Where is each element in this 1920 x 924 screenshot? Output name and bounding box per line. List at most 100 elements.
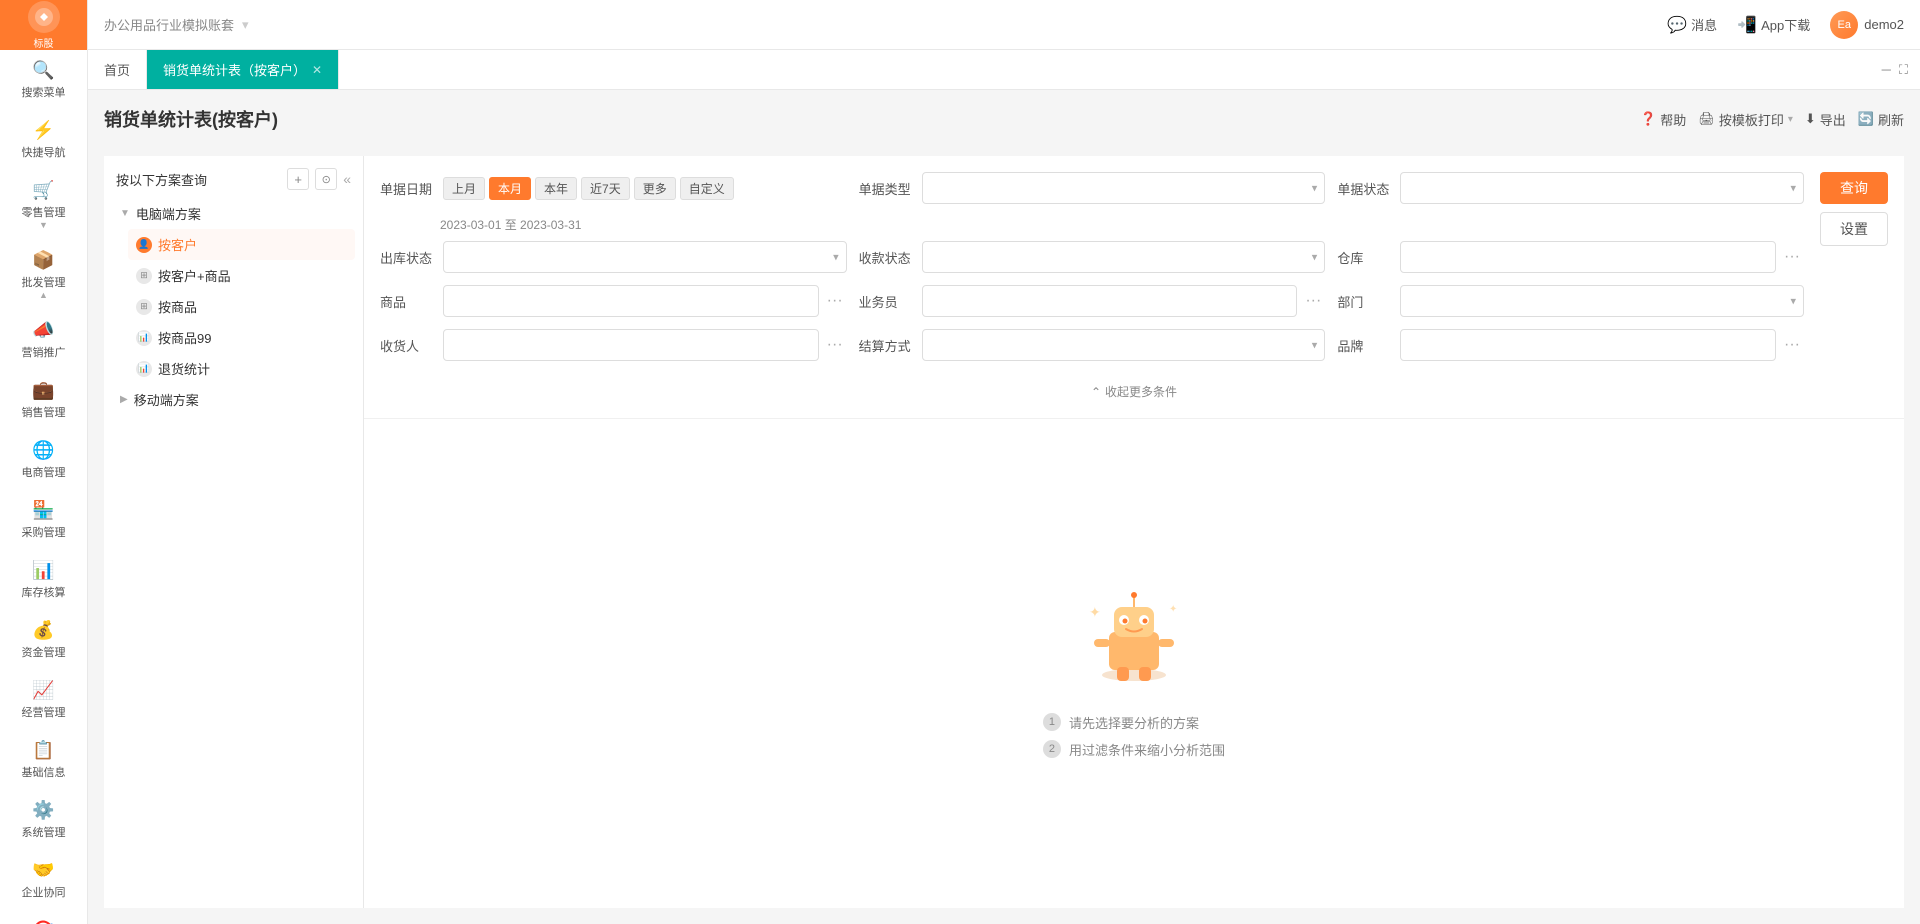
settlement-label: 结算方式	[859, 336, 914, 355]
tree-item-by-goods[interactable]: ⊞ 按商品	[128, 291, 355, 322]
pay-status-select[interactable]	[922, 241, 1326, 273]
staff-dots[interactable]: ···	[1301, 292, 1325, 310]
tree-item-by-customer-goods[interactable]: ⊞ 按客户+商品	[128, 260, 355, 291]
filter-item-brand: 品牌 ···	[1337, 329, 1804, 361]
query-button[interactable]: 查询	[1820, 172, 1888, 204]
filter-item-out-status: 出库状态 ▾	[380, 241, 847, 273]
tree-group-mobile-label: 移动端方案	[134, 390, 199, 409]
receiver-dots[interactable]: ···	[823, 336, 847, 354]
sidebar-item-operations[interactable]: 📈 经营管理	[0, 670, 87, 730]
tree-group-mobile[interactable]: ▶ 移动端方案	[112, 384, 355, 415]
help-button[interactable]: ❓ 帮助	[1640, 110, 1686, 129]
app-download-button[interactable]: 📲 App下载	[1737, 15, 1810, 35]
tree-item-return-stat[interactable]: 📊 退货统计	[128, 353, 355, 384]
filter-item-type: 单据类型 ▾	[859, 172, 1326, 204]
sidebar-item-ecommerce-label: 电商管理	[22, 464, 66, 480]
tab-home-label: 首页	[104, 60, 130, 79]
tab-sales-stat-label: 销货单统计表（按客户）	[163, 60, 306, 79]
wholesale-expand-icon: ▲	[39, 290, 48, 300]
message-button[interactable]: 💬 消息	[1667, 15, 1717, 35]
pay-status-label: 收款状态	[859, 248, 914, 267]
tree-item-by-goods-99[interactable]: 📊 按商品99	[128, 322, 355, 353]
sidebar-nav: 🔍 搜索菜单 ⚡ 快捷导航 🛒 零售管理 ▼ 📦 批发管理 ▲ 📣 营销推广 💼…	[0, 50, 87, 924]
brand-input[interactable]	[1400, 329, 1776, 361]
newbie-icon: 🎯	[32, 920, 54, 924]
date-this-month-btn[interactable]: 本月	[489, 177, 531, 200]
return-stat-icon: 📊	[136, 361, 152, 377]
tab-home[interactable]: 首页	[88, 50, 147, 89]
settlement-select[interactable]	[922, 329, 1326, 361]
inventory-icon: 📊	[32, 560, 54, 581]
date-this-year-btn[interactable]: 本年	[535, 177, 577, 200]
warehouse-control: ···	[1400, 241, 1804, 273]
plan-collapse-button[interactable]: «	[343, 171, 351, 187]
tab-sales-stat[interactable]: 销货单统计表（按客户） ✕	[147, 50, 339, 89]
filter-item-date: 单据日期 上月 本月 本年 近7天 更多 自定义	[380, 177, 847, 200]
sidebar-item-purchase[interactable]: 🏪 采购管理	[0, 490, 87, 550]
tree-arrow-desktop: ▼	[120, 208, 130, 219]
dept-select[interactable]	[1400, 285, 1804, 317]
warehouse-dots[interactable]: ···	[1780, 248, 1804, 266]
plan-edit-button[interactable]: ⊙	[315, 168, 337, 190]
tab-close-icon[interactable]: ✕	[312, 63, 322, 77]
staff-control: ···	[922, 285, 1326, 317]
sidebar-item-wholesale[interactable]: 📦 批发管理 ▲	[0, 240, 87, 310]
print-icon: 🖨	[1698, 111, 1715, 127]
sidebar-item-search[interactable]: 🔍 搜索菜单	[0, 50, 87, 110]
filter-and-actions: 单据日期 上月 本月 本年 近7天 更多 自定义	[364, 156, 1904, 373]
goods-dots[interactable]: ···	[823, 292, 847, 310]
date-more-btn[interactable]: 更多	[634, 177, 676, 200]
filter-item-pay-status: 收款状态 ▾	[859, 241, 1326, 273]
page-title: 销货单统计表(按客户)	[104, 106, 278, 132]
out-status-select[interactable]	[443, 241, 847, 273]
sidebar-item-ecommerce[interactable]: 🌐 电商管理	[0, 430, 87, 490]
sidebar-item-newbie[interactable]: 🎯 新手引导	[0, 910, 87, 924]
sidebar-item-inventory[interactable]: 📊 库存核算	[0, 550, 87, 610]
sidebar-item-inventory-label: 库存核算	[22, 584, 66, 600]
sidebar-item-quick[interactable]: ⚡ 快捷导航	[0, 110, 87, 170]
goods-input[interactable]	[443, 285, 819, 317]
header-left: 办公用品行业模拟账套 ▾	[104, 15, 249, 34]
sidebar-item-basic[interactable]: 📋 基础信息	[0, 730, 87, 790]
refresh-button[interactable]: 🔄 刷新	[1858, 110, 1904, 129]
export-button[interactable]: ⬇ 导出	[1805, 110, 1846, 129]
avatar: Ea	[1830, 11, 1858, 39]
minimize-icon[interactable]: ─	[1882, 62, 1891, 78]
tree-group-desktop[interactable]: ▼ 电脑端方案	[112, 198, 355, 229]
plan-add-button[interactable]: +	[287, 168, 309, 190]
collapse-bar[interactable]: ⌃ 收起更多条件	[364, 377, 1904, 406]
sidebar-item-system[interactable]: ⚙️ 系统管理	[0, 790, 87, 850]
tip-num-1: 1	[1043, 713, 1061, 731]
by-goods-99-icon: 📊	[136, 330, 152, 346]
sidebar-item-finance[interactable]: 💰 资金管理	[0, 610, 87, 670]
status-select[interactable]	[1400, 172, 1804, 204]
date-custom-btn[interactable]: 自定义	[680, 177, 734, 200]
setting-button[interactable]: 设置	[1820, 212, 1888, 246]
sidebar-item-enterprise[interactable]: 🤝 企业协同	[0, 850, 87, 910]
warehouse-input[interactable]	[1400, 241, 1776, 273]
status-label: 单据状态	[1337, 179, 1392, 198]
tree-item-by-customer[interactable]: 👤 按客户	[128, 229, 355, 260]
sidebar-item-marketing[interactable]: 📣 营销推广	[0, 310, 87, 370]
staff-input[interactable]	[922, 285, 1298, 317]
print-label: 按模板打印	[1719, 110, 1784, 129]
warehouse-label: 仓库	[1337, 248, 1392, 267]
page-title-row: 销货单统计表(按客户) ❓ 帮助 🖨 按模板打印 ▾ ⬇ 导出 🔄 刷新	[104, 106, 1904, 132]
filter-results-area: 单据日期 上月 本月 本年 近7天 更多 自定义	[364, 156, 1904, 908]
date-last-7-btn[interactable]: 近7天	[581, 177, 630, 200]
user-menu-button[interactable]: Ea demo2	[1830, 11, 1904, 39]
maximize-icon[interactable]: ⛶	[1899, 62, 1908, 78]
status-select-wrap: ▾	[1400, 172, 1804, 204]
export-label: 导出	[1820, 110, 1846, 129]
date-range-text: 2023-03-01 至 2023-03-31	[440, 218, 581, 232]
refresh-label: 刷新	[1878, 110, 1904, 129]
date-prev-month-btn[interactable]: 上月	[443, 177, 485, 200]
help-icon: ❓	[1640, 111, 1656, 127]
print-button[interactable]: 🖨 按模板打印 ▾	[1698, 110, 1793, 129]
brand-dots[interactable]: ···	[1780, 336, 1804, 354]
type-select[interactable]	[922, 172, 1326, 204]
sidebar-item-sales[interactable]: 💼 销售管理	[0, 370, 87, 430]
plan-edit-icon: ⊙	[322, 173, 331, 186]
receiver-input[interactable]	[443, 329, 819, 361]
sidebar-item-retail[interactable]: 🛒 零售管理 ▼	[0, 170, 87, 240]
